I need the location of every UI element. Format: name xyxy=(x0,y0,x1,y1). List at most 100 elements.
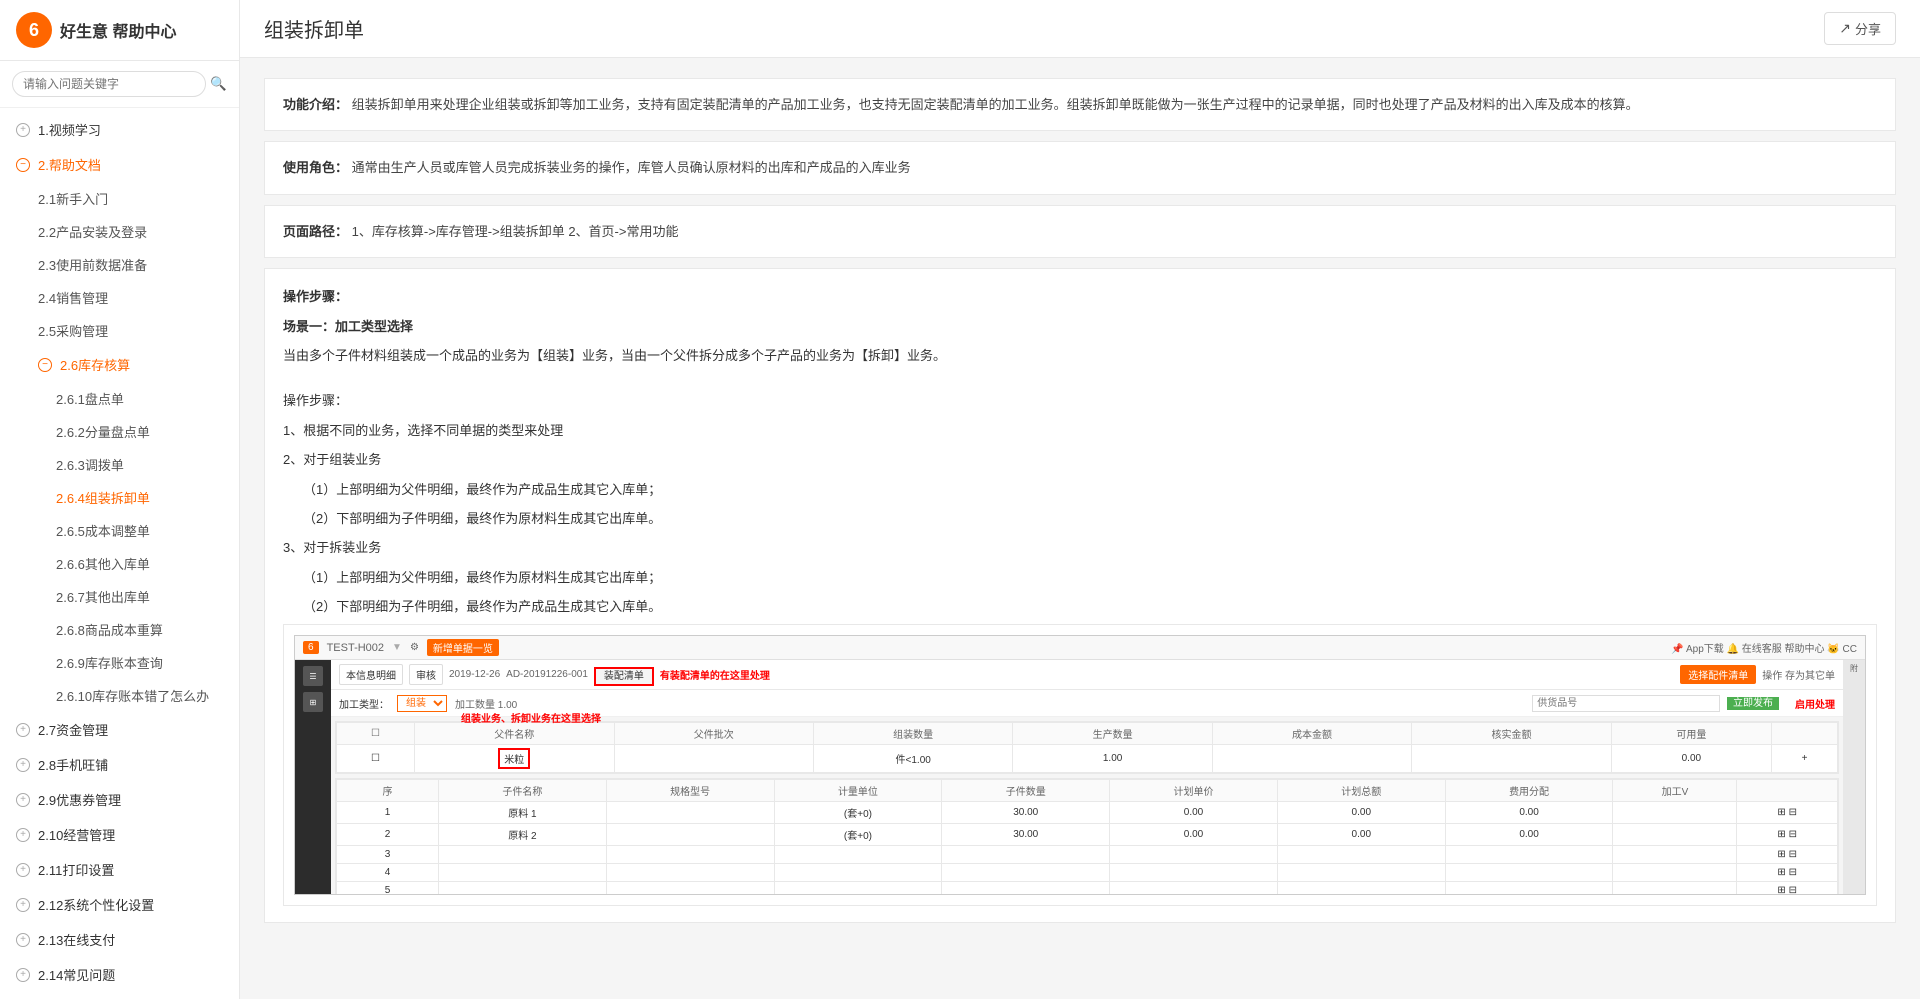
sidebar-item-2-13[interactable]: + 2.13在线支付 xyxy=(0,922,239,957)
mock-select-bom-btn[interactable]: 选择配件清单 xyxy=(1680,665,1756,684)
mock-bom-field: 装配清单 xyxy=(594,667,654,686)
mock-supplier-input[interactable] xyxy=(1532,695,1720,712)
expand-icon: + xyxy=(16,123,30,137)
role-label: 使用角色： xyxy=(283,160,348,175)
search-input[interactable] xyxy=(12,71,206,97)
intro-block: 功能介绍： 组装拆卸单用来处理企业组装或拆卸等加工业务，支持有固定装配清单的产品… xyxy=(264,78,1896,131)
col-child-name: 子件名称 xyxy=(438,780,606,802)
cell-row-actions: + xyxy=(1772,745,1838,773)
mock-tab-btn-1[interactable]: 本信息明细 xyxy=(339,664,403,685)
sidebar-item-2-6-5[interactable]: 2.6.5成本调整单 xyxy=(0,514,239,547)
role-text: 通常由生产人员或库管人员完成拆装业务的操作，库管人员确认原材料的出库和产成品的入… xyxy=(352,160,911,175)
mock-topbar: 6 TEST-H002 ▼ ⚙ 新增单据一览 📌 App下载 🔔 在线客服 帮助… xyxy=(295,636,1865,660)
mock-arrow-up: ↑ xyxy=(496,894,502,895)
mock-annotation-bom: 装配清单 xyxy=(594,667,654,682)
mock-action-btns: 操作 存为其它单 xyxy=(1762,667,1835,682)
col-parent-batch: 父件批次 xyxy=(614,723,813,745)
sidebar-item-2-6-7[interactable]: 2.6.7其他出库单 xyxy=(0,580,239,613)
mock-logo: 6 xyxy=(303,641,319,654)
sidebar-item-2-2[interactable]: 2.2产品安装及登录 xyxy=(0,215,239,248)
sidebar-item-docs[interactable]: − 2.帮助文档 xyxy=(0,147,239,182)
step1: 1、根据不同的业务，选择不同单据的类型来处理 xyxy=(283,419,1877,442)
share-icon: ↗ xyxy=(1839,20,1851,37)
sidebar-item-2-6-8[interactable]: 2.6.8商品成本重算 xyxy=(0,613,239,646)
expand-2-9-icon: + xyxy=(16,793,30,807)
path-block: 页面路径： 1、库存核算->库存管理->组装拆卸单 2、首页->常用功能 xyxy=(264,205,1896,258)
content-area: 功能介绍： 组装拆卸单用来处理企业组装或拆卸等加工业务，支持有固定装配清单的产品… xyxy=(240,58,1920,999)
search-box[interactable]: 🔍 xyxy=(0,61,239,108)
mock-type-select[interactable]: 组装 拆卸 xyxy=(397,695,447,712)
col-idx: 序 xyxy=(337,780,439,802)
cell-actual-cost xyxy=(1412,745,1611,773)
collapse-icon: − xyxy=(16,158,30,172)
collapse-2-6-icon: − xyxy=(38,358,52,372)
col-actions xyxy=(1772,723,1838,745)
table-row: 4 xyxy=(337,864,1838,882)
cell-cost xyxy=(1212,745,1411,773)
step3: 3、对于拆装业务 xyxy=(283,536,1877,559)
screenshot-container: 6 TEST-H002 ▼ ⚙ 新增单据一览 📌 App下载 🔔 在线客服 帮助… xyxy=(283,624,1877,906)
sidebar-item-2-6-6[interactable]: 2.6.6其他入库单 xyxy=(0,547,239,580)
mock-sidebar-icon-1: ☰ xyxy=(303,666,323,686)
sidebar-item-2-14[interactable]: + 2.14常见问题 xyxy=(0,957,239,992)
cell-parent-name: 米粒 xyxy=(415,745,614,773)
sidebar-item-2-6-9[interactable]: 2.6.9库存账本查询 xyxy=(0,646,239,679)
mock-qty: 加工数量 1.00 xyxy=(455,696,517,711)
step2-1: （1）上部明细为父件明细，最终作为产成品生成其它入库单； xyxy=(303,478,1877,501)
mock-new-badge[interactable]: 新增单据一览 xyxy=(427,639,499,656)
sidebar-item-2-6-2[interactable]: 2.6.2分量盘点单 xyxy=(0,415,239,448)
sidebar-item-2-1[interactable]: 2.1新手入门 xyxy=(0,182,239,215)
col-child-plan-qty: 计量单位 xyxy=(774,780,942,802)
steps-content: 操作步骤： 场景一：加工类型选择 当由多个子件材料组装成一个成品的业务为【组装】… xyxy=(264,268,1896,923)
cell-produce-qty: 1.00 xyxy=(1013,745,1212,773)
sidebar-item-2-6-4[interactable]: 2.6.4组装拆卸单 xyxy=(0,481,239,514)
col-produce-qty: 生产数量 xyxy=(1013,723,1212,745)
logo-text: 好生意 帮助中心 xyxy=(60,18,176,42)
mock-type-label: 加工类型： xyxy=(339,696,389,711)
sidebar-item-2-4[interactable]: 2.4销售管理 xyxy=(0,281,239,314)
role-block: 使用角色： 通常由生产人员或库管人员完成拆装业务的操作，库管人员确认原材料的出库… xyxy=(264,141,1896,194)
sidebar-item-2-5[interactable]: 2.5采购管理 xyxy=(0,314,239,347)
cell-checkbox: ☐ xyxy=(337,745,415,773)
sidebar-item-2-6[interactable]: − 2.6库存核算 xyxy=(0,347,239,382)
mock-main: 本信息明细 审核 2019-12-26 AD-20191226-001 装配清单… xyxy=(331,660,1843,895)
sidebar-item-2-11[interactable]: + 2.11打印设置 xyxy=(0,852,239,887)
mock-annotation-text-1: 有装配清单的在这里处理 xyxy=(660,667,770,682)
step3-1: （1）上部明细为父件明细，最终作为原材料生成其它出库单； xyxy=(303,566,1877,589)
search-button[interactable]: 🔍 xyxy=(210,76,227,92)
path-label: 页面路径： xyxy=(283,224,348,239)
sidebar-item-video[interactable]: + 1.视频学习 xyxy=(0,112,239,147)
expand-2-14-icon: + xyxy=(16,968,30,982)
mock-parent-table: ☐ 父件名称 父件批次 组装数量 生产数量 成本金额 核实金额 可用量 xyxy=(336,722,1838,773)
mock-topbar-id: TEST-H002 xyxy=(327,642,384,654)
mock-upper-table: ☐ 父件名称 父件批次 组装数量 生产数量 成本金额 核实金额 可用量 xyxy=(335,721,1839,774)
nav-section: + 1.视频学习 − 2.帮助文档 2.1新手入门 2.2产品安装及登录 2.3… xyxy=(0,108,239,999)
sidebar-item-2-12[interactable]: + 2.12系统个性化设置 xyxy=(0,887,239,922)
mock-date: 2019-12-26 xyxy=(449,669,500,680)
mock-form-type-row: 加工类型： 组装 拆卸 加工数量 1.00 组装业务、拆卸业务在这里选择 xyxy=(331,690,1843,717)
sidebar-item-2-3[interactable]: 2.3使用前数据准备 xyxy=(0,248,239,281)
sidebar-item-2-15[interactable]: + 2.15操作案例 xyxy=(0,992,239,999)
mock-qiyong-area: 立即发布 xyxy=(1532,694,1779,712)
sidebar-item-2-9[interactable]: + 2.9优惠券管理 xyxy=(0,782,239,817)
sidebar-item-2-6-10[interactable]: 2.6.10库存账本错了怎么办 xyxy=(0,679,239,712)
mock-right-panel: 附 xyxy=(1843,660,1865,895)
steps-title: 操作步骤： xyxy=(283,285,1877,308)
mock-lower-table: 序 子件名称 规格型号 计量单位 子件数量 计划单价 计划总额 费用分配 xyxy=(335,778,1839,895)
col-child-process: 加工V xyxy=(1613,780,1737,802)
sidebar-item-2-6-3[interactable]: 2.6.3调拨单 xyxy=(0,448,239,481)
mock-left-sidebar: ☰ ⊞ xyxy=(295,660,331,895)
main-header: 组装拆卸单 ↗ 分享 xyxy=(240,0,1920,58)
mock-sidebar-icon-2: ⊞ xyxy=(303,692,323,712)
sidebar-item-2-7[interactable]: + 2.7资金管理 xyxy=(0,712,239,747)
mock-confirm-btn[interactable]: 立即发布 xyxy=(1727,697,1779,710)
sidebar-item-2-6-1[interactable]: 2.6.1盘点单 xyxy=(0,382,239,415)
sidebar-item-2-10[interactable]: + 2.10经营管理 xyxy=(0,817,239,852)
sidebar-item-2-8[interactable]: + 2.8手机旺铺 xyxy=(0,747,239,782)
mock-tab-btn-2[interactable]: 审核 xyxy=(409,664,443,685)
col-child-unit-price: 计划单价 xyxy=(1110,780,1278,802)
col-available: 可用量 xyxy=(1611,723,1771,745)
scenario-title: 场景一：加工类型选择 xyxy=(283,315,1877,338)
share-button[interactable]: ↗ 分享 xyxy=(1824,12,1896,45)
page-title: 组装拆卸单 xyxy=(264,14,364,43)
